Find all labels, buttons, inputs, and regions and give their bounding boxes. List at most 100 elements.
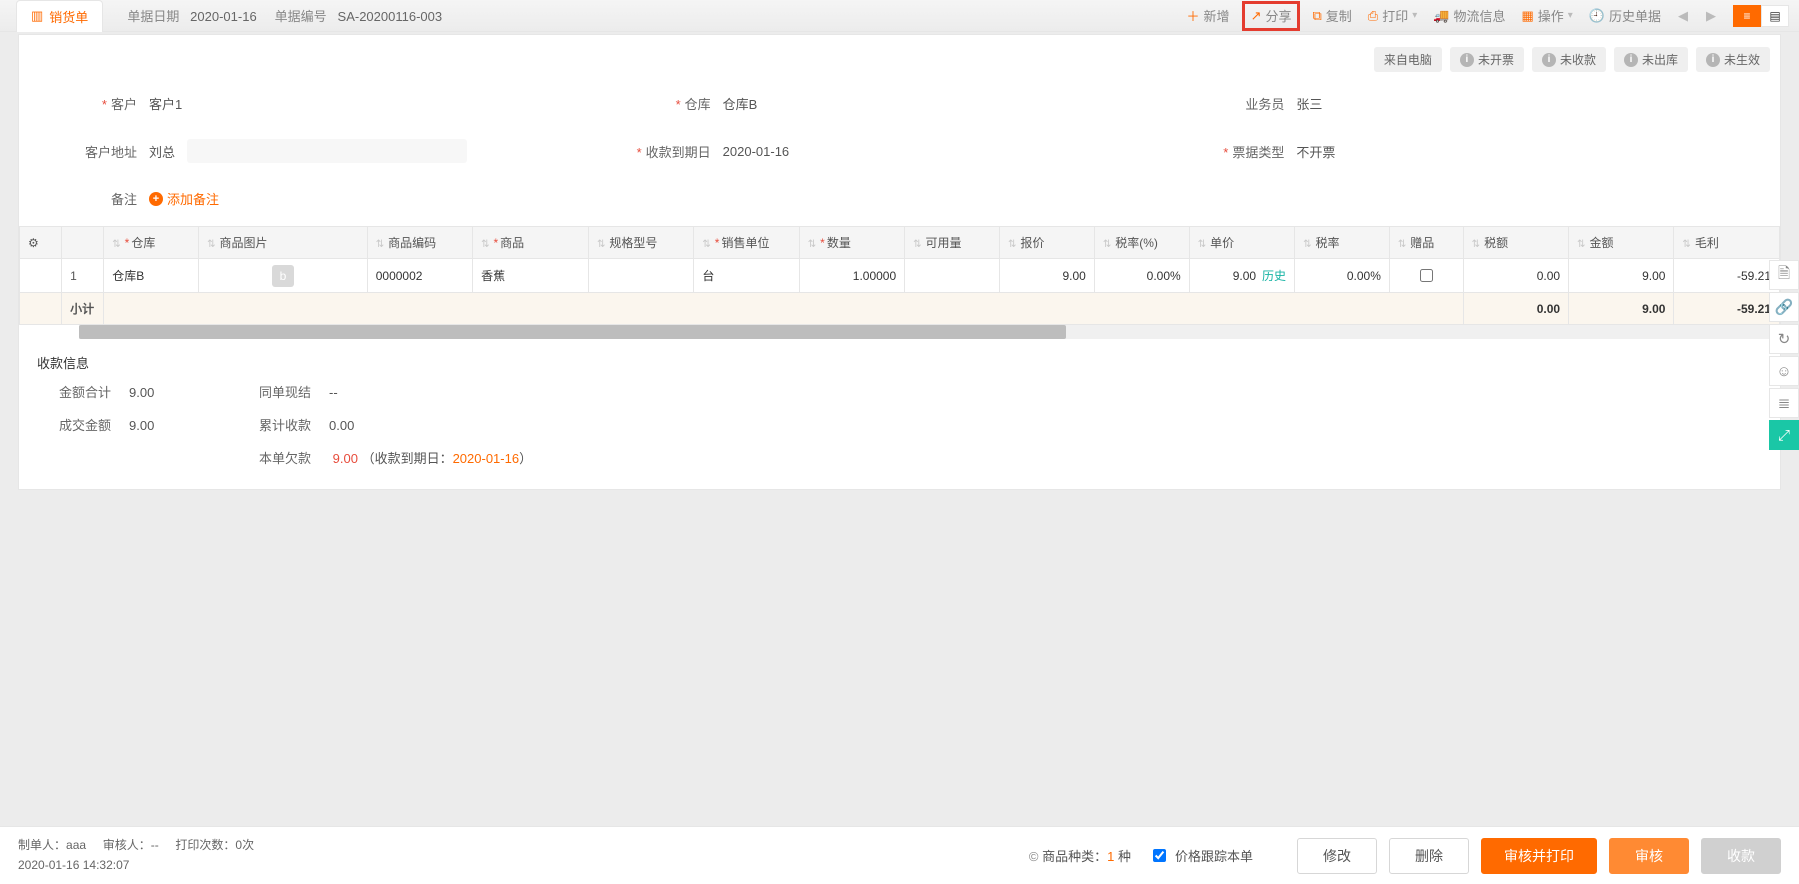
price-follow-checkbox[interactable]: 价格跟踪本单 (1149, 846, 1253, 865)
cell-quote[interactable]: 9.00 (1000, 259, 1095, 293)
cell-price[interactable]: 9.00历史 (1189, 259, 1294, 293)
footer-meta: 制单人：aaa 审核人：-- 打印次数：0次 2020-01-16 14:32:… (18, 836, 254, 874)
col-profit[interactable]: ⇅毛利 (1674, 227, 1780, 259)
logistics-button[interactable]: 🚚物流信息 (1429, 4, 1509, 27)
col-qty[interactable]: ⇅*数量 (799, 227, 904, 259)
rail-link-icon[interactable]: 🔗 (1769, 292, 1799, 322)
price-history-link[interactable]: 历史 (1262, 269, 1286, 283)
col-image[interactable]: ⇅商品图片 (199, 227, 368, 259)
customer-value[interactable]: 客户1 (149, 94, 182, 113)
debt-amount: 9.00 (333, 451, 358, 466)
chevron-down-icon: ▾ (1412, 10, 1417, 21)
unshipped-tag[interactable]: i未出库 (1614, 47, 1688, 72)
items-grid: ⚙ ⇅*仓库 ⇅商品图片 ⇅商品编码 ⇅*商品 ⇅规格型号 ⇅*销售单位 ⇅*数… (19, 226, 1780, 339)
rail-refresh-icon[interactable]: ↻ (1769, 324, 1799, 354)
customer-label: 客户 (111, 97, 137, 112)
invoice-type-label: 票据类型 (1232, 145, 1284, 160)
subtotal-profit: -59.21 (1674, 293, 1780, 325)
same-order-label: 同单现结 (259, 382, 329, 401)
due-value[interactable]: 2020-01-16 (723, 144, 790, 159)
rail-expand-icon[interactable]: ⤢ (1769, 420, 1799, 450)
cell-image[interactable]: b (199, 259, 368, 293)
next-doc-button[interactable]: ▶ (1701, 6, 1721, 26)
salesman-value[interactable]: 张三 (1296, 94, 1322, 113)
cell-taxrate[interactable]: 0.00% (1094, 259, 1189, 293)
cell-warehouse[interactable]: 仓库B (104, 259, 199, 293)
uninvoiced-tag[interactable]: i未开票 (1450, 47, 1524, 72)
col-price[interactable]: ⇅单价 (1189, 227, 1294, 259)
operate-button[interactable]: ▦操作▾ (1517, 4, 1576, 27)
debt-due-prefix: （收款到期日： (362, 451, 453, 466)
collection-grid: 金额合计9.00 同单现结-- 成交金额9.00 累计收款0.00 本单欠款 9… (19, 378, 1780, 489)
card-view-button[interactable]: ▤ (1761, 5, 1789, 27)
rail-note-icon[interactable]: 🗎 (1769, 260, 1799, 290)
info-icon: i (1460, 53, 1474, 67)
price-follow-input[interactable] (1153, 849, 1166, 862)
warehouse-value[interactable]: 仓库B (723, 94, 758, 113)
collect-button: 收款 (1701, 838, 1781, 874)
gift-checkbox[interactable] (1420, 269, 1433, 282)
new-button[interactable]: ＋新增 (1183, 4, 1234, 27)
info-icon: i (1706, 53, 1720, 67)
note-label: 备注 (111, 192, 137, 207)
col-code[interactable]: ⇅商品编码 (367, 227, 472, 259)
deal-value: 9.00 (129, 418, 154, 433)
col-tax[interactable]: ⇅税率 (1295, 227, 1390, 259)
modify-button[interactable]: 修改 (1297, 838, 1377, 874)
cell-product[interactable]: 香蕉 (473, 259, 589, 293)
col-avail[interactable]: ⇅可用量 (905, 227, 1000, 259)
row-index: 1 (62, 259, 104, 293)
rail-user-icon[interactable]: ☺ (1769, 356, 1799, 386)
table-row[interactable]: 1 仓库B b 0000002 香蕉 台 1.00000 9.00 0.00% … (20, 259, 1780, 293)
add-note-button[interactable]: + 添加备注 (149, 189, 219, 208)
audit-button[interactable]: 审核 (1609, 838, 1689, 874)
cell-unit[interactable]: 台 (694, 259, 799, 293)
col-product[interactable]: ⇅*商品 (473, 227, 589, 259)
col-unit[interactable]: ⇅*销售单位 (694, 227, 799, 259)
col-gift[interactable]: ⇅赠品 (1389, 227, 1463, 259)
cum-label: 累计收款 (259, 415, 329, 434)
col-quote[interactable]: ⇅报价 (1000, 227, 1095, 259)
collection-title: 收款信息 (19, 339, 1780, 378)
invoice-type-value[interactable]: 不开票 (1296, 142, 1335, 161)
rail-chart-icon[interactable]: ≣ (1769, 388, 1799, 418)
cell-qty[interactable]: 1.00000 (799, 259, 904, 293)
footer-actions: 修改 删除 审核并打印 审核 收款 (1297, 838, 1781, 874)
list-view-button[interactable]: ≡ (1733, 5, 1761, 27)
deal-label: 成交金额 (59, 415, 129, 434)
col-spec[interactable]: ⇅规格型号 (589, 227, 694, 259)
share-highlight: ↗分享 (1242, 1, 1301, 31)
inactive-tag[interactable]: i未生效 (1696, 47, 1770, 72)
unpaid-tag[interactable]: i未收款 (1532, 47, 1606, 72)
creator-value: aaa (66, 838, 86, 852)
share-button[interactable]: ↗分享 (1247, 4, 1296, 27)
chevron-down-icon: ▾ (1568, 10, 1573, 21)
cell-code[interactable]: 0000002 (367, 259, 472, 293)
status-tags-row: 来自电脑 i未开票 i未收款 i未出库 i未生效 (19, 35, 1780, 72)
doc-date-label: 单据日期 (127, 9, 179, 24)
debt-due: 2020-01-16 (453, 451, 520, 466)
cell-gift[interactable] (1389, 259, 1463, 293)
prev-doc-button[interactable]: ◀ (1673, 6, 1693, 26)
delete-button[interactable]: 删除 (1389, 838, 1469, 874)
col-warehouse[interactable]: ⇅*仓库 (104, 227, 199, 259)
cell-tax[interactable]: 0.00% (1295, 259, 1390, 293)
horizontal-scrollbar[interactable] (79, 325, 1780, 339)
due-label: 收款到期日 (646, 145, 711, 160)
history-button[interactable]: 🕘历史单据 (1585, 4, 1665, 27)
addr-value-prefix[interactable]: 刘总 (149, 142, 175, 161)
gear-column[interactable]: ⚙ (20, 227, 62, 259)
cell-spec[interactable] (589, 259, 694, 293)
col-taxamt[interactable]: ⇅税额 (1463, 227, 1568, 259)
print-count-value: 0次 (235, 838, 254, 852)
print-button[interactable]: ⎙打印▾ (1364, 4, 1421, 27)
scrollbar-thumb[interactable] (79, 325, 1066, 339)
col-taxrate[interactable]: ⇅税率(%) (1094, 227, 1189, 259)
active-tab[interactable]: ▥ 销货单 (16, 0, 103, 32)
col-amount[interactable]: ⇅金额 (1569, 227, 1674, 259)
audit-print-button[interactable]: 审核并打印 (1481, 838, 1597, 874)
copy-button[interactable]: ⧉复制 (1308, 4, 1355, 27)
footer-timestamp: 2020-01-16 14:32:07 (18, 856, 254, 875)
subtotal-label: 小计 (62, 293, 104, 325)
subtotal-taxamt: 0.00 (1463, 293, 1568, 325)
